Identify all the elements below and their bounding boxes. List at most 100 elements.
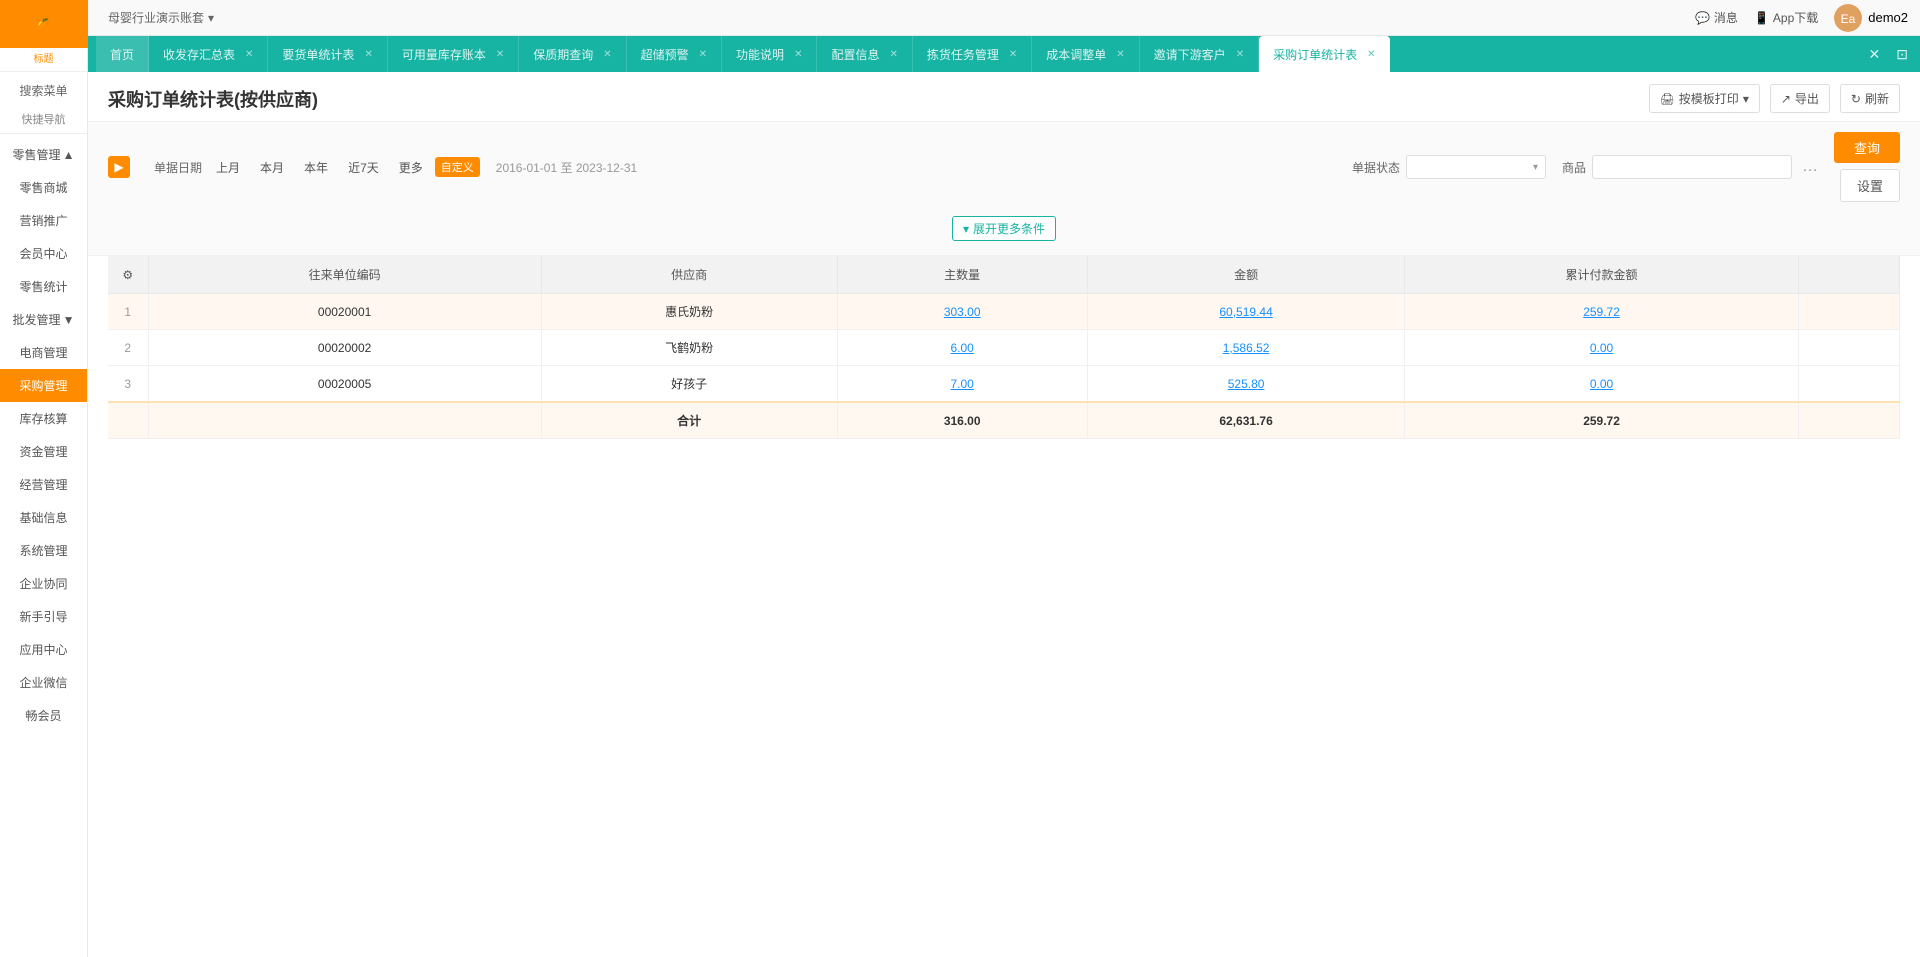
search-menu[interactable]: 搜索菜单 (0, 72, 87, 105)
refresh-button[interactable]: ↻ 刷新 (1840, 84, 1900, 113)
goods-filter: 商品 … (1562, 155, 1818, 179)
qty-value[interactable]: 6.00 (837, 330, 1087, 366)
status-select[interactable] (1406, 155, 1546, 179)
sidebar-item-basic-info[interactable]: 基础信息 (0, 501, 87, 534)
tab-invite-downstream[interactable]: 邀请下游客户 ✕ (1140, 36, 1259, 72)
date-btn-custom[interactable]: 自定义 (435, 157, 480, 177)
tab-config[interactable]: 配置信息 ✕ (817, 36, 912, 72)
supplier-name: 好孩子 (541, 366, 837, 403)
date-btn-last-7days[interactable]: 近7天 (340, 156, 387, 179)
close-icon[interactable]: ✕ (889, 49, 897, 60)
date-btn-this-month[interactable]: 本月 (252, 156, 292, 179)
settings-icon: ⚙ (122, 268, 133, 282)
close-icon[interactable]: ✕ (1116, 49, 1124, 60)
tab-cost-adjust[interactable]: 成本调整单 ✕ (1032, 36, 1139, 72)
table-footer: 合计 316.00 62,631.76 259.72 (108, 402, 1900, 439)
close-icon[interactable]: ✕ (245, 49, 253, 60)
paid-value[interactable]: 0.00 (1405, 366, 1798, 403)
sidebar: 🍊 标题 搜索菜单 快捷导航 零售管理▲ 零售商城 营销推广 会员中心 零售统计… (0, 0, 88, 957)
date-filter: 单据日期 上月 本月 本年 近7天 更多 自定义 (154, 156, 480, 179)
brand-name: 标题 (0, 48, 87, 72)
sidebar-item-membership[interactable]: 畅会员 (0, 699, 87, 732)
sidebar-item-enterprise[interactable]: 企业协同 (0, 567, 87, 600)
sidebar-item-member[interactable]: 会员中心 (0, 237, 87, 270)
date-range-display: 2016-01-01 至 2023-12-31 (496, 159, 637, 176)
sidebar-item-finance[interactable]: 资金管理 (0, 435, 87, 468)
goods-input[interactable] (1592, 155, 1792, 179)
more-options-btn[interactable]: … (1802, 158, 1818, 176)
status-filter: 单据状态 (1352, 155, 1546, 179)
close-icon[interactable]: ✕ (699, 49, 707, 60)
tab-receipt-summary[interactable]: 收发存汇总表 ✕ (149, 36, 268, 72)
tab-available-stock[interactable]: 可用量库存账本 ✕ (388, 36, 519, 72)
paid-value[interactable]: 259.72 (1405, 294, 1798, 330)
sidebar-item-retail-stats[interactable]: 零售统计 (0, 270, 87, 303)
app-download-btn[interactable]: 📱 App下载 (1754, 9, 1818, 26)
close-icon[interactable]: ✕ (794, 49, 802, 60)
sidebar-item-wechat[interactable]: 企业微信 (0, 666, 87, 699)
close-icon[interactable]: ✕ (1236, 49, 1244, 60)
qty-value[interactable]: 303.00 (837, 294, 1087, 330)
tabbar-controls: ✕ ⊡ (1865, 42, 1912, 67)
date-btn-more[interactable]: 更多 (391, 156, 431, 179)
phone-icon: 📱 (1754, 11, 1769, 25)
print-button[interactable]: 🖨 按模板打印 ▾ (1649, 84, 1760, 113)
tab-overstock-warning[interactable]: 超储预警 ✕ (627, 36, 722, 72)
collapse-filter-btn[interactable]: ▶ (108, 156, 130, 178)
sidebar-item-purchase[interactable]: 采购管理 (0, 369, 87, 402)
sidebar-item-retail-shop[interactable]: 零售商城 (0, 171, 87, 204)
amount-value[interactable]: 1,586.52 (1087, 330, 1405, 366)
close-icon[interactable]: ✕ (1367, 49, 1375, 60)
filter-expand-row: ▾ 展开更多条件 (108, 212, 1900, 245)
table-section: ⚙ 往来单位编码 供应商 主数量 金额 累计付款金额 1 00020001 惠氏… (88, 256, 1920, 957)
close-icon[interactable]: ✕ (496, 49, 504, 60)
sidebar-item-newbie[interactable]: 新手引导 (0, 600, 87, 633)
date-btn-this-year[interactable]: 本年 (296, 156, 336, 179)
query-button[interactable]: 查询 (1834, 132, 1900, 163)
sidebar-item-wholesale[interactable]: 批发管理▼ (0, 303, 87, 336)
main-area: 母婴行业演示账套 ▾ 💬 消息 📱 App下载 Ea demo2 首页 收发存汇… (88, 0, 1920, 957)
row-index: 1 (108, 294, 148, 330)
tab-feature-desc[interactable]: 功能说明 ✕ (722, 36, 817, 72)
unit-code: 00020002 (148, 330, 541, 366)
settings-button[interactable]: 设置 (1840, 169, 1900, 202)
sidebar-item-operations[interactable]: 经营管理 (0, 468, 87, 501)
row-index: 3 (108, 366, 148, 403)
chevron-up-icon: ▲ (63, 148, 75, 162)
dropdown-arrow-icon: ▾ (1743, 92, 1749, 106)
tab-home[interactable]: 首页 (96, 36, 149, 72)
restore-window-btn[interactable]: ⊡ (1892, 42, 1912, 67)
col-qty: 主数量 (837, 256, 1087, 294)
header-actions: 🖨 按模板打印 ▾ ↗ 导出 ↻ 刷新 (1649, 84, 1900, 113)
empty-cell (1798, 330, 1899, 366)
sidebar-item-app-center[interactable]: 应用中心 (0, 633, 87, 666)
expand-more-btn[interactable]: ▾ 展开更多条件 (952, 216, 1056, 241)
tabbar: 首页 收发存汇总表 ✕ 要货单统计表 ✕ 可用量库存账本 ✕ 保质期查询 ✕ 超… (88, 36, 1920, 72)
user-menu[interactable]: Ea demo2 (1834, 4, 1908, 32)
sidebar-item-ecommerce[interactable]: 电商管理 (0, 336, 87, 369)
tab-expiry-query[interactable]: 保质期查询 ✕ (519, 36, 626, 72)
tab-purchase-order-stats[interactable]: 采购订单统计表 ✕ (1259, 36, 1390, 72)
data-table: ⚙ 往来单位编码 供应商 主数量 金额 累计付款金额 1 00020001 惠氏… (108, 256, 1900, 439)
close-icon[interactable]: ✕ (1009, 49, 1017, 60)
sidebar-item-marketing[interactable]: 营销推广 (0, 204, 87, 237)
tab-picking-task[interactable]: 拣货任务管理 ✕ (913, 36, 1032, 72)
paid-value[interactable]: 0.00 (1405, 330, 1798, 366)
col-settings[interactable]: ⚙ (108, 256, 148, 294)
qty-value[interactable]: 7.00 (837, 366, 1087, 403)
close-icon[interactable]: ✕ (603, 49, 611, 60)
sidebar-item-inventory[interactable]: 库存核算 (0, 402, 87, 435)
dropdown-arrow-icon: ▾ (208, 11, 214, 25)
amount-value[interactable]: 525.80 (1087, 366, 1405, 403)
sidebar-item-system[interactable]: 系统管理 (0, 534, 87, 567)
close-window-btn[interactable]: ✕ (1865, 42, 1885, 67)
sidebar-item-retail-mgmt[interactable]: 零售管理▲ (0, 138, 87, 171)
unit-code: 00020001 (148, 294, 541, 330)
export-button[interactable]: ↗ 导出 (1770, 84, 1830, 113)
tab-requisition-stats[interactable]: 要货单统计表 ✕ (268, 36, 387, 72)
amount-value[interactable]: 60,519.44 (1087, 294, 1405, 330)
message-btn[interactable]: 💬 消息 (1695, 9, 1738, 26)
close-icon[interactable]: ✕ (364, 49, 372, 60)
date-btn-last-month[interactable]: 上月 (208, 156, 248, 179)
company-dropdown[interactable]: 母婴行业演示账套 ▾ (100, 9, 222, 26)
